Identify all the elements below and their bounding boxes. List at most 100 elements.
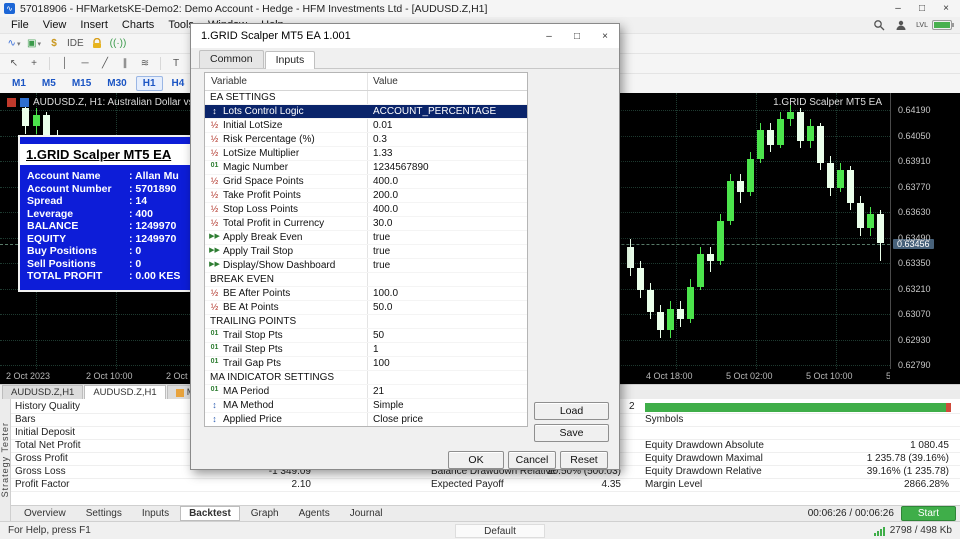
input-row-take-profit-points[interactable]: ½ Take Profit Points 200.0 xyxy=(205,189,527,203)
save-button[interactable]: Save xyxy=(534,424,609,442)
price-scale[interactable]: 0.63456 0.64190 0.64050 0.63910 0.63770 0.63… xyxy=(890,93,960,370)
param-value[interactable]: 30.0 xyxy=(373,218,392,229)
menu-item-view[interactable]: View xyxy=(36,18,74,32)
channel-icon[interactable]: ∥ xyxy=(116,56,134,72)
dialog-close-button[interactable]: × xyxy=(591,24,619,48)
param-value[interactable]: 21 xyxy=(373,386,384,397)
dialog-tab-common[interactable]: Common xyxy=(199,50,264,68)
timeframe-m5[interactable]: M5 xyxy=(35,76,63,91)
input-row-lotsize-multiplier[interactable]: ½ LotSize Multiplier 1.33 xyxy=(205,147,527,161)
param-name: Trail Step Pts xyxy=(223,344,283,355)
param-value[interactable]: 50 xyxy=(373,330,384,341)
metaeditor-ide-icon[interactable]: IDE xyxy=(65,36,86,52)
param-value[interactable]: 1234567890 xyxy=(373,162,429,173)
tester-tab-journal[interactable]: Journal xyxy=(341,506,392,521)
input-row-trailing-points[interactable]: TRAILING POINTS xyxy=(205,315,527,329)
tester-tab-graph[interactable]: Graph xyxy=(242,506,288,521)
param-value[interactable]: Simple xyxy=(373,400,404,411)
tester-tab-agents[interactable]: Agents xyxy=(290,506,339,521)
crosshair-icon[interactable]: + xyxy=(25,56,43,72)
param-value[interactable]: 100.0 xyxy=(373,288,398,299)
cancel-button[interactable]: Cancel xyxy=(508,451,556,469)
chart-tab-audusd-z-h1[interactable]: AUDUSD.Z,H1 xyxy=(2,385,84,399)
input-row-trail-step-pts[interactable]: 01 Trail Step Pts 1 xyxy=(205,343,527,357)
param-value[interactable]: 0.01 xyxy=(373,120,392,131)
input-row-trail-gap-pts[interactable]: 01 Trail Gap Pts 100 xyxy=(205,357,527,371)
profile-selector[interactable]: Default xyxy=(455,523,545,538)
input-row-ma-indicator-settings[interactable]: MA INDICATOR SETTINGS xyxy=(205,371,527,385)
timeframe-m15[interactable]: M15 xyxy=(65,76,98,91)
ea-inputs-dialog: 1.GRID Scalper MT5 EA 1.001 – □ × Common… xyxy=(190,23,620,470)
tester-tab-settings[interactable]: Settings xyxy=(77,506,131,521)
timeframe-h1[interactable]: H1 xyxy=(135,76,163,91)
horizontal-line-icon[interactable]: ─ xyxy=(76,56,94,72)
param-value[interactable]: 1.33 xyxy=(373,148,392,159)
timeframe-m1[interactable]: M1 xyxy=(5,76,33,91)
lock-icon[interactable] xyxy=(88,36,106,52)
input-row-ma-method[interactable]: ↕ MA Method Simple xyxy=(205,399,527,413)
param-value[interactable]: true xyxy=(373,260,390,271)
input-row-be-after-points[interactable]: ½ BE After Points 100.0 xyxy=(205,287,527,301)
param-value[interactable]: 0.3 xyxy=(373,134,387,145)
param-value[interactable]: 1 xyxy=(373,344,379,355)
search-icon[interactable] xyxy=(872,18,886,32)
strategy-tester-side-tab[interactable]: Strategy Tester xyxy=(0,399,11,521)
reset-button[interactable]: Reset xyxy=(560,451,608,469)
algo-trading-icon[interactable]: $ xyxy=(45,36,63,52)
start-button[interactable]: Start xyxy=(900,506,956,521)
dialog-maximize-button[interactable]: □ xyxy=(563,24,591,48)
vertical-line-icon[interactable]: │ xyxy=(56,56,74,72)
close-button[interactable]: × xyxy=(934,1,958,16)
input-row-magic-number[interactable]: 01 Magic Number 1234567890 xyxy=(205,161,527,175)
input-row-applied-price[interactable]: ↕ Applied Price Close price xyxy=(205,413,527,426)
timeframe-h4[interactable]: H4 xyxy=(165,76,192,91)
input-row-ea-settings[interactable]: EA SETTINGS xyxy=(205,91,527,105)
input-row-initial-lotsize[interactable]: ½ Initial LotSize 0.01 xyxy=(205,119,527,133)
param-value[interactable]: true xyxy=(373,232,390,243)
input-row-risk-percentage[interactable]: ½ Risk Percentage (%) 0.3 xyxy=(205,133,527,147)
param-value[interactable]: true xyxy=(373,246,390,257)
param-value[interactable]: ACCOUNT_PERCENTAGE xyxy=(373,106,496,117)
param-value[interactable]: Close price xyxy=(373,414,423,425)
param-value[interactable]: 100 xyxy=(373,358,390,369)
dialog-minimize-button[interactable]: – xyxy=(535,24,563,48)
menu-item-insert[interactable]: Insert xyxy=(73,18,115,32)
input-row-break-even[interactable]: BREAK EVEN xyxy=(205,273,527,287)
account-icon[interactable] xyxy=(894,18,908,32)
ok-button[interactable]: OK xyxy=(448,451,504,469)
input-row-apply-break-even[interactable]: ▶▶ Apply Break Even true xyxy=(205,231,527,245)
dialog-tab-inputs[interactable]: Inputs xyxy=(264,51,316,69)
param-value[interactable]: 200.0 xyxy=(373,190,398,201)
param-value[interactable]: 50.0 xyxy=(373,302,392,313)
dialog-titlebar[interactable]: 1.GRID Scalper MT5 EA 1.001 – □ × xyxy=(191,24,619,48)
param-type-enum-icon: ↕ xyxy=(212,414,217,424)
input-row-be-at-points[interactable]: ½ BE At Points 50.0 xyxy=(205,301,527,315)
param-value[interactable]: 400.0 xyxy=(373,204,398,215)
menu-item-file[interactable]: File xyxy=(4,18,36,32)
signals-icon[interactable]: ((·)) xyxy=(108,36,129,52)
load-button[interactable]: Load xyxy=(534,402,609,420)
text-icon[interactable]: T xyxy=(167,56,185,72)
fibonacci-icon[interactable]: ≋ xyxy=(136,56,154,72)
param-value[interactable]: 400.0 xyxy=(373,176,398,187)
menu-item-charts[interactable]: Charts xyxy=(115,18,161,32)
trendline-icon[interactable]: ╱ xyxy=(96,56,114,72)
tester-tab-backtest[interactable]: Backtest xyxy=(180,506,240,521)
input-row-total-profit-in-currency[interactable]: ½ Total Profit in Currency 30.0 xyxy=(205,217,527,231)
input-row-display-show-dashboard[interactable]: ▶▶ Display/Show Dashboard true xyxy=(205,259,527,273)
chart-window-icon[interactable]: ▣ ▾ xyxy=(25,36,43,52)
tester-tab-overview[interactable]: Overview xyxy=(15,506,75,521)
maximize-button[interactable]: □ xyxy=(910,1,934,16)
tester-tab-inputs[interactable]: Inputs xyxy=(133,506,178,521)
minimize-button[interactable]: – xyxy=(886,1,910,16)
timeframe-m30[interactable]: M30 xyxy=(100,76,133,91)
chart-tab-audusd-z-h1[interactable]: AUDUSD.Z,H1 xyxy=(84,385,166,399)
input-row-ma-period[interactable]: 01 MA Period 21 xyxy=(205,385,527,399)
input-row-lots-control-logic[interactable]: ↕ Lots Control Logic ACCOUNT_PERCENTAGE xyxy=(205,105,527,119)
input-row-trail-stop-pts[interactable]: 01 Trail Stop Pts 50 xyxy=(205,329,527,343)
input-row-stop-loss-points[interactable]: ½ Stop Loss Points 400.0 xyxy=(205,203,527,217)
cursor-icon[interactable]: ↖ xyxy=(5,56,23,72)
input-row-grid-space-points[interactable]: ½ Grid Space Points 400.0 xyxy=(205,175,527,189)
new-order-icon[interactable]: ∿ ▾ xyxy=(5,36,23,52)
input-row-apply-trail-stop[interactable]: ▶▶ Apply Trail Stop true xyxy=(205,245,527,259)
